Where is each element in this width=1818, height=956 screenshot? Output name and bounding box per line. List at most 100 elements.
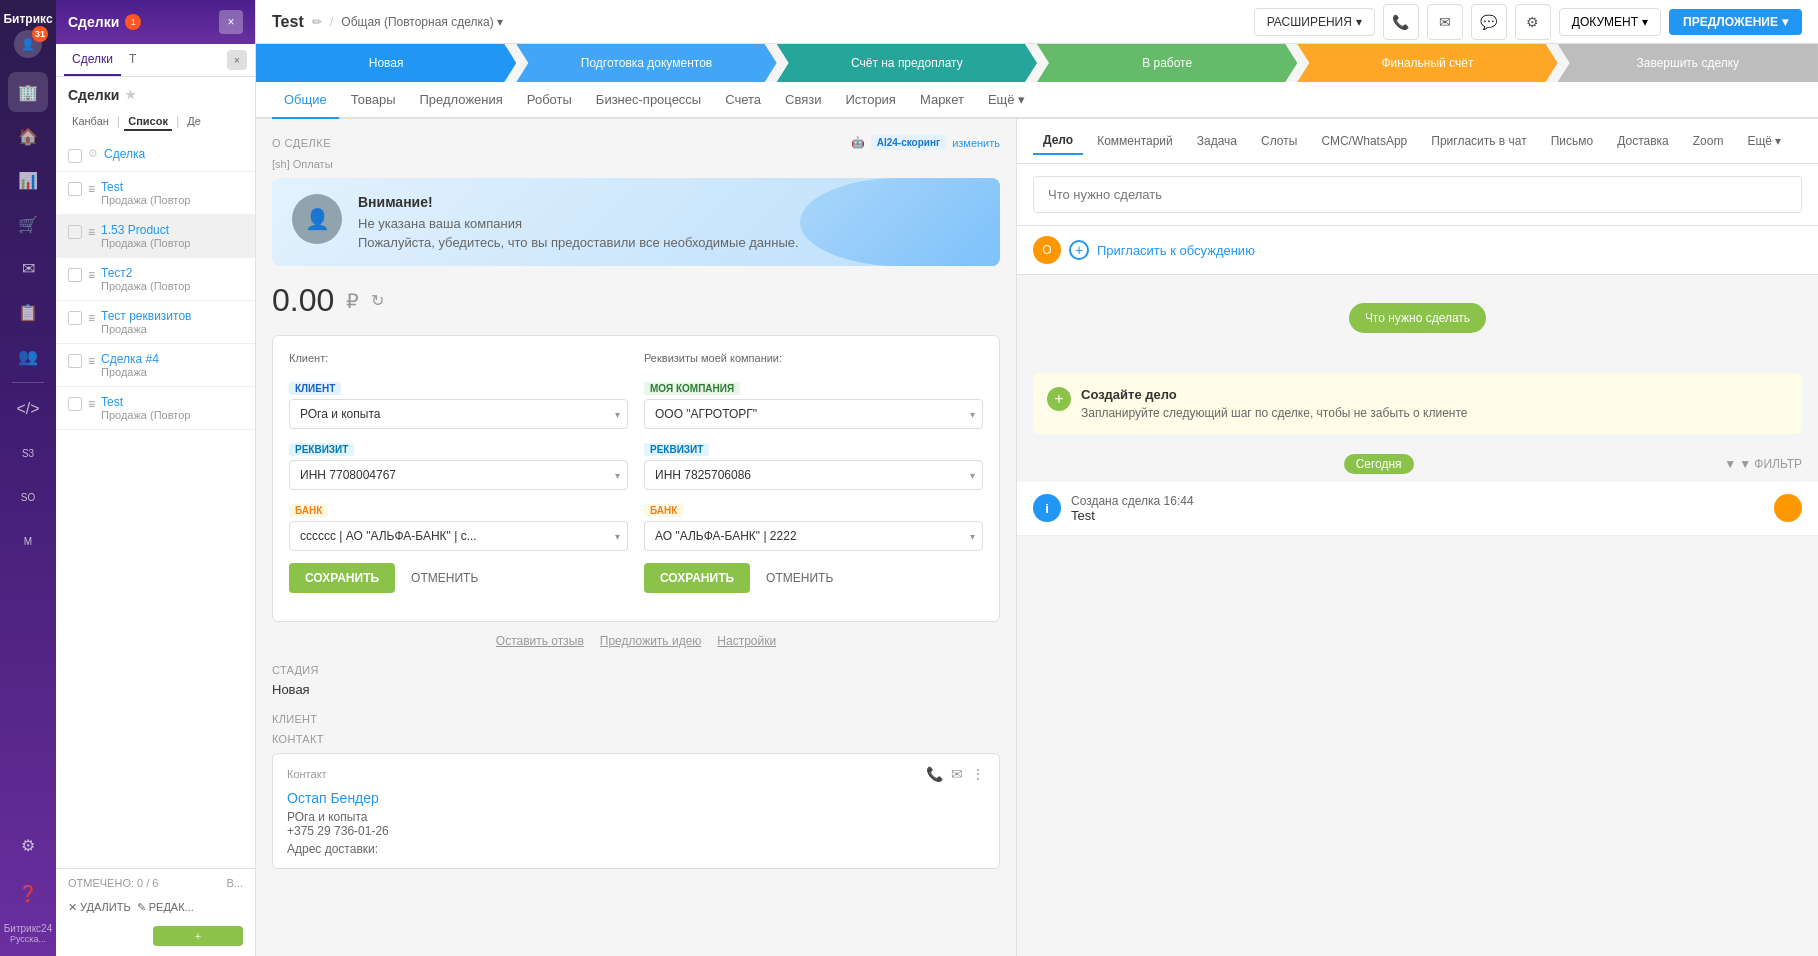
delete-btn[interactable]: ✕ УДАЛИТЬ <box>68 901 131 914</box>
save-button-2[interactable]: СОХРАНИТЬ <box>644 563 750 593</box>
tab-t[interactable]: Т <box>121 44 144 76</box>
view-list[interactable]: Список <box>124 113 172 131</box>
email-icon[interactable]: ✉ <box>951 766 963 782</box>
deal-item-active[interactable]: ≡ 1.53 Product Продажа (Повтор <box>56 215 255 258</box>
plus-circle-icon[interactable]: + <box>1069 240 1089 260</box>
ostavit-link[interactable]: Оставить отзыв <box>496 634 584 648</box>
tab-istoriya[interactable]: История <box>834 82 908 119</box>
activity-tab-delo[interactable]: Дело <box>1033 127 1083 155</box>
panel-tab-close[interactable]: × <box>227 50 247 70</box>
deal-checkbox[interactable] <box>68 149 82 163</box>
panel-close-btn[interactable]: × <box>219 10 243 34</box>
deal-item[interactable]: ≡ Test Продажа (Повтор <box>56 387 255 430</box>
view-kanban[interactable]: Канбан <box>68 113 113 131</box>
tab-market[interactable]: Маркет <box>908 82 976 119</box>
stage-podgotovka[interactable]: Подготовка документов <box>516 44 776 82</box>
phone-icon[interactable]: 📞 <box>926 766 943 782</box>
deal-name: Тест реквизитов <box>101 309 243 323</box>
activity-tab-zoom[interactable]: Zoom <box>1683 128 1734 154</box>
more-icon[interactable]: ⋮ <box>971 766 985 782</box>
sidebar-icon-home[interactable]: 🏠 <box>8 116 48 156</box>
stage-novaya[interactable]: Новая <box>256 44 516 82</box>
deal-item[interactable]: ≡ Тест реквизитов Продажа <box>56 301 255 344</box>
deal-checkbox[interactable] <box>68 354 82 368</box>
izmenit-link[interactable]: изменить <box>952 137 1000 149</box>
deal-item[interactable]: ≡ Test Продажа (Повтор <box>56 172 255 215</box>
stage-v-rabote[interactable]: В работе <box>1037 44 1297 82</box>
chat-button[interactable]: 💬 <box>1471 4 1507 40</box>
star-icon[interactable]: ★ <box>125 88 136 102</box>
stage-schet[interactable]: Счёт на предоплату <box>777 44 1037 82</box>
nastroyki-link[interactable]: Настройки <box>717 634 776 648</box>
activity-tab-sms[interactable]: СМС/WhatsApp <box>1311 128 1417 154</box>
sidebar-icon-settings[interactable]: ⚙ <box>8 825 48 865</box>
deal-checkbox[interactable] <box>68 225 82 239</box>
edit-icon[interactable]: ✏ <box>312 15 322 29</box>
sidebar-icon-help[interactable]: ❓ <box>8 873 48 913</box>
tab-eshchyo[interactable]: Ещё ▾ <box>976 82 1037 119</box>
bank2-select[interactable]: АО "АЛЬФА-БАНК" | 2222 <box>644 521 983 551</box>
tab-obshchie[interactable]: Общие <box>272 82 339 119</box>
kontakt-name[interactable]: Остап Бендер <box>287 790 985 806</box>
sidebar-icon-so[interactable]: SO <box>8 477 48 517</box>
settings-button[interactable]: ⚙ <box>1515 4 1551 40</box>
task-input[interactable] <box>1033 176 1802 213</box>
add-deal-button[interactable]: + <box>153 926 243 946</box>
phone-button[interactable]: 📞 <box>1383 4 1419 40</box>
deal-item[interactable]: ⚙ Сделка <box>56 139 255 172</box>
sidebar-icon-deals[interactable]: 🏢 <box>8 72 48 112</box>
tab-predlozheniya[interactable]: Предложения <box>407 82 514 119</box>
filter-button[interactable]: ▼ ▼ ФИЛЬТР <box>1724 457 1802 471</box>
sidebar-icon-mail[interactable]: ✉ <box>8 248 48 288</box>
sidebar-icon-m[interactable]: M <box>8 521 48 561</box>
dokument-button[interactable]: ДОКУМЕНТ ▾ <box>1559 8 1661 36</box>
inn2-select[interactable]: ИНН 7825706086 <box>644 460 983 490</box>
predlozhenie-button[interactable]: ПРЕДЛОЖЕНИЕ ▾ <box>1669 9 1802 35</box>
activity-tab-eshchyo[interactable]: Ещё ▾ <box>1737 128 1791 154</box>
tab-scheta[interactable]: Счета <box>713 82 773 119</box>
sidebar-icon-cart[interactable]: 🛒 <box>8 204 48 244</box>
tab-tovary[interactable]: Товары <box>339 82 408 119</box>
tab-svyazi[interactable]: Связи <box>773 82 833 119</box>
deal-checkbox[interactable] <box>68 311 82 325</box>
deal-checkbox[interactable] <box>68 182 82 196</box>
sidebar-icon-users[interactable]: 👥 <box>8 336 48 376</box>
rasshireniya-button[interactable]: РАСШИРЕНИЯ ▾ <box>1254 8 1375 36</box>
cancel-button[interactable]: ОТМЕНИТЬ <box>403 563 486 593</box>
view-de[interactable]: Де <box>183 113 205 131</box>
moykompaniya-select[interactable]: ООО "АГРОТОРГ" <box>644 399 983 429</box>
activity-tab-priglasit[interactable]: Пригласить в чат <box>1421 128 1536 154</box>
what-todo-button[interactable]: Что нужно сделать <box>1349 303 1486 333</box>
activity-tab-dostavka[interactable]: Доставка <box>1607 128 1679 154</box>
tab-biznes-protsessy[interactable]: Бизнес-процессы <box>584 82 713 119</box>
sidebar-icon-s3[interactable]: S3 <box>8 433 48 473</box>
tab-roboty[interactable]: Роботы <box>515 82 584 119</box>
activity-tab-sloty[interactable]: Слоты <box>1251 128 1307 154</box>
stage-zavershit[interactable]: Завершить сделку <box>1558 44 1818 82</box>
deal-item[interactable]: ≡ Тест2 Продажа (Повтор <box>56 258 255 301</box>
sidebar-icon-tasks[interactable]: 📋 <box>8 292 48 332</box>
inn-select[interactable]: ИНН 7708004767 <box>289 460 628 490</box>
predlozhit-link[interactable]: Предложить идею <box>600 634 702 648</box>
client-select[interactable]: РОга и копыта <box>289 399 628 429</box>
deal-checkbox[interactable] <box>68 397 82 411</box>
plus-green-icon[interactable]: + <box>1047 387 1071 411</box>
refresh-icon[interactable]: ↻ <box>371 291 384 310</box>
deal-checkbox[interactable] <box>68 268 82 282</box>
edit-btn[interactable]: ✎ РЕДАК... <box>137 901 194 914</box>
cancel-button-2[interactable]: ОТМЕНИТЬ <box>758 563 841 593</box>
breadcrumb[interactable]: Общая (Повторная сделка) ▾ <box>341 15 503 29</box>
save-button[interactable]: СОХРАНИТЬ <box>289 563 395 593</box>
sidebar-icon-code[interactable]: </> <box>8 389 48 429</box>
activity-tab-pismo[interactable]: Письмо <box>1541 128 1604 154</box>
sidebar-icon-chart[interactable]: 📊 <box>8 160 48 200</box>
activity-tab-zadacha[interactable]: Задача <box>1187 128 1247 154</box>
tab-sdelki[interactable]: Сделки <box>64 44 121 76</box>
deal-item[interactable]: ≡ Сделка #4 Продажа <box>56 344 255 387</box>
gear-icon[interactable]: ⚙ <box>88 147 98 160</box>
email-button[interactable]: ✉ <box>1427 4 1463 40</box>
discuss-link[interactable]: Пригласить к обсуждению <box>1097 243 1255 258</box>
stage-finalny[interactable]: Финальный счёт <box>1297 44 1557 82</box>
activity-tab-kommentariy[interactable]: Комментарий <box>1087 128 1183 154</box>
bank-select[interactable]: сссссс | АО "АЛЬФА-БАНК" | с... <box>289 521 628 551</box>
